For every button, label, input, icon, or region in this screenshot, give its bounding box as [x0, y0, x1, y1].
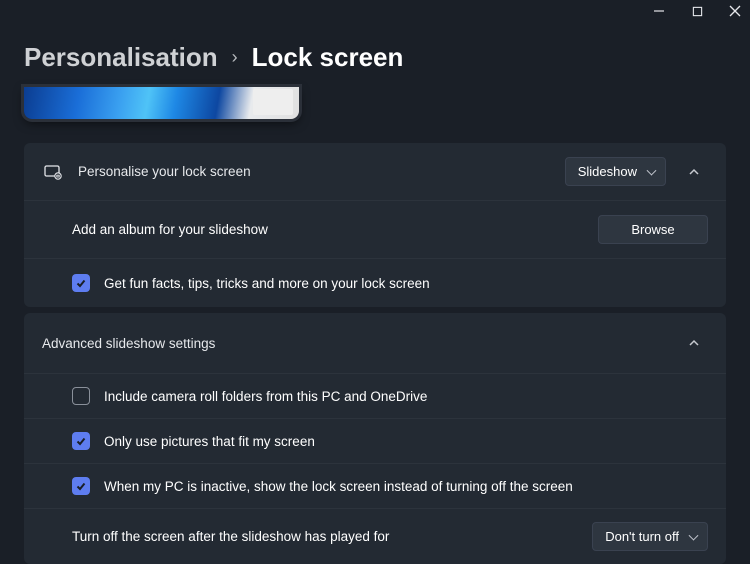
- fun-facts-label: Get fun facts, tips, tricks and more on …: [104, 276, 708, 291]
- collapse-button[interactable]: [680, 158, 708, 186]
- browse-button[interactable]: Browse: [598, 215, 708, 244]
- fit-screen-checkbox[interactable]: [72, 432, 90, 450]
- personalise-title: Personalise your lock screen: [78, 164, 551, 179]
- camera-roll-label: Include camera roll folders from this PC…: [104, 389, 708, 404]
- turn-off-select[interactable]: Don't turn off: [592, 522, 708, 551]
- page-title: Lock screen: [252, 42, 404, 73]
- lockscreen-type-select[interactable]: Slideshow: [565, 157, 666, 186]
- collapse-button[interactable]: [680, 329, 708, 357]
- advanced-title: Advanced slideshow settings: [42, 336, 680, 351]
- breadcrumb: Personalisation › Lock screen: [24, 42, 726, 73]
- personalise-card: Personalise your lock screen Slideshow A…: [24, 143, 726, 307]
- add-album-label: Add an album for your slideshow: [72, 222, 584, 237]
- fun-facts-checkbox[interactable]: [72, 274, 90, 292]
- inactive-label: When my PC is inactive, show the lock sc…: [104, 479, 708, 494]
- breadcrumb-parent[interactable]: Personalisation: [24, 42, 218, 73]
- close-icon[interactable]: [728, 4, 742, 18]
- fit-screen-label: Only use pictures that fit my screen: [104, 434, 708, 449]
- maximize-icon[interactable]: [690, 4, 704, 18]
- minimize-icon[interactable]: [652, 4, 666, 18]
- inactive-checkbox[interactable]: [72, 477, 90, 495]
- turn-off-label: Turn off the screen after the slideshow …: [72, 529, 578, 544]
- chevron-right-icon: ›: [232, 47, 238, 68]
- camera-roll-checkbox[interactable]: [72, 387, 90, 405]
- lockscreen-icon: [42, 164, 64, 180]
- advanced-card: Advanced slideshow settings Include came…: [24, 313, 726, 564]
- lockscreen-preview: [24, 87, 299, 119]
